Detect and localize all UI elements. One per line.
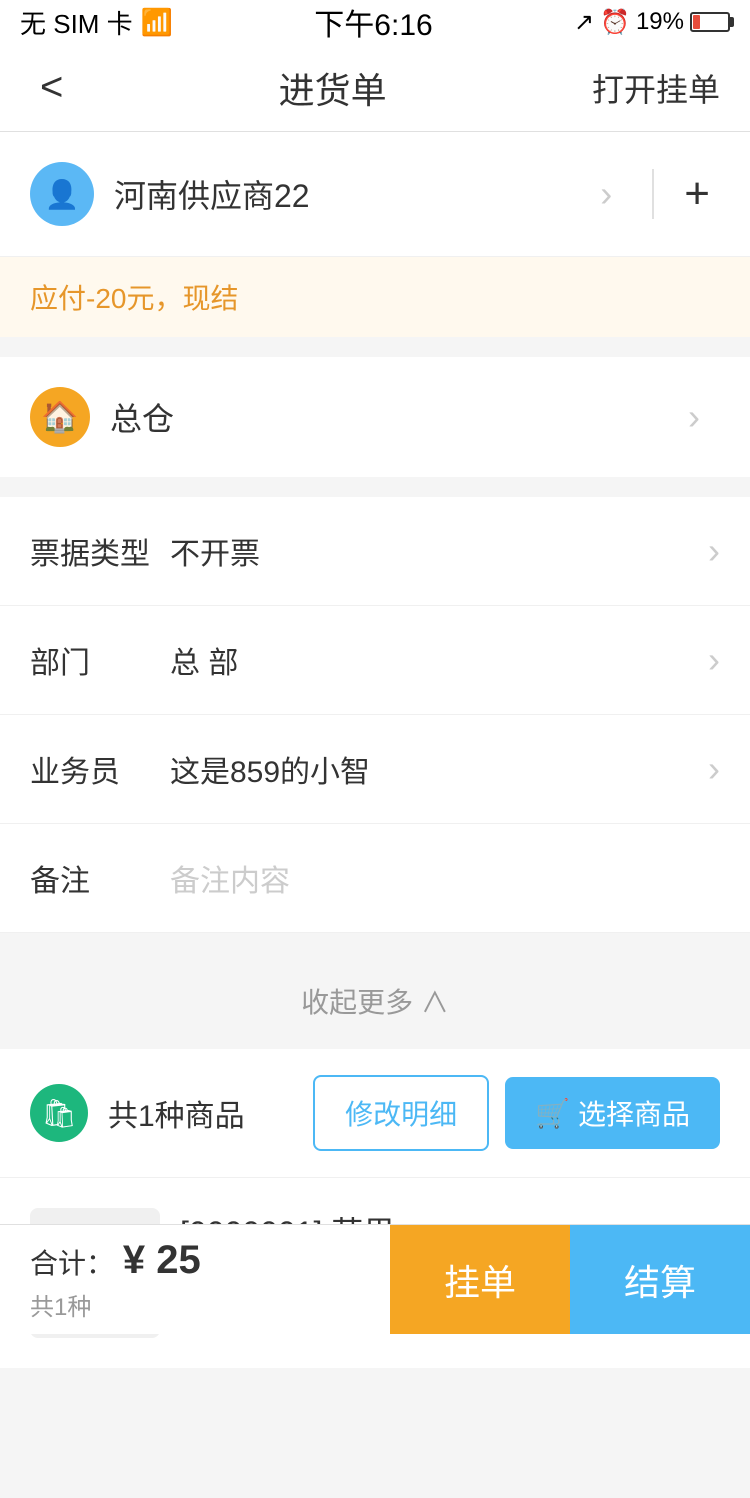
salesman-value: 这是859的小智 bbox=[170, 747, 708, 791]
warehouse-section[interactable]: 🏠 总仓 › bbox=[0, 357, 750, 477]
total-section: 合计： ¥ 25 共1种 bbox=[0, 1225, 390, 1334]
warehouse-name: 总仓 bbox=[110, 394, 688, 440]
total-count: 共1种 bbox=[30, 1287, 360, 1322]
nav-bar: < 进货单 打开挂单 bbox=[0, 44, 750, 132]
total-amount: ¥ 25 bbox=[123, 1238, 201, 1282]
suspend-button[interactable]: 挂单 bbox=[390, 1225, 570, 1334]
checkout-button[interactable]: 结算 bbox=[570, 1225, 750, 1334]
notice-banner: 应付-20元，现结 bbox=[0, 257, 750, 337]
form-section: 票据类型 不开票 › 部门 总 部 › 业务员 这是859的小智 › 备注 备注… bbox=[0, 497, 750, 933]
alarm-icon: ⏰ bbox=[600, 8, 630, 37]
supplier-avatar: 👤 bbox=[30, 162, 94, 226]
status-bar-time: 下午6:16 bbox=[314, 0, 432, 44]
wifi-icon: 📶 bbox=[141, 7, 173, 38]
back-button[interactable]: < bbox=[30, 55, 73, 120]
department-row[interactable]: 部门 总 部 › bbox=[0, 606, 750, 715]
warehouse-row[interactable]: 🏠 总仓 › bbox=[0, 357, 750, 477]
carrier-label: 无 SIM 卡 bbox=[20, 4, 133, 41]
select-product-button[interactable]: 🛒 选择商品 bbox=[505, 1077, 720, 1149]
product-header: 🛍 共1种商品 修改明细 🛒 选择商品 bbox=[0, 1049, 750, 1178]
invoice-type-chevron-icon: › bbox=[708, 530, 720, 572]
department-value: 总 部 bbox=[170, 638, 708, 682]
status-bar-left: 无 SIM 卡 📶 bbox=[20, 4, 173, 41]
select-product-label: 选择商品 bbox=[578, 1093, 690, 1133]
supplier-name: 河南供应商22 bbox=[114, 171, 600, 217]
location-icon: ↗ bbox=[574, 8, 594, 37]
supplier-row[interactable]: 👤 河南供应商22 › + bbox=[0, 132, 750, 257]
invoice-type-label: 票据类型 bbox=[30, 529, 170, 573]
status-bar-right: ↗ ⏰ 19% bbox=[574, 8, 730, 37]
avatar-icon: 👤 bbox=[45, 178, 80, 211]
product-section-icon: 🛍 bbox=[30, 1084, 88, 1142]
cart-icon: 🛒 bbox=[535, 1097, 570, 1130]
supplier-chevron-icon: › bbox=[600, 173, 612, 215]
total-row: 合计： ¥ 25 bbox=[30, 1238, 360, 1283]
vertical-divider bbox=[652, 169, 654, 219]
department-label: 部门 bbox=[30, 638, 170, 682]
remark-label: 备注 bbox=[30, 856, 170, 900]
warehouse-chevron-icon: › bbox=[688, 396, 700, 438]
edit-detail-button[interactable]: 修改明细 bbox=[313, 1075, 489, 1151]
remark-input[interactable]: 备注内容 bbox=[170, 856, 720, 900]
department-chevron-icon: › bbox=[708, 639, 720, 681]
invoice-type-row[interactable]: 票据类型 不开票 › bbox=[0, 497, 750, 606]
warehouse-icon: 🏠 bbox=[30, 387, 90, 447]
battery-icon bbox=[690, 12, 730, 32]
open-suspend-button[interactable]: 打开挂单 bbox=[592, 65, 720, 111]
add-button[interactable]: + bbox=[674, 169, 720, 219]
page-title: 进货单 bbox=[279, 62, 387, 114]
remark-row[interactable]: 备注 备注内容 bbox=[0, 824, 750, 933]
invoice-type-value: 不开票 bbox=[170, 529, 708, 573]
salesman-chevron-icon: › bbox=[708, 748, 720, 790]
supplier-section: 👤 河南供应商22 › + 应付-20元，现结 bbox=[0, 132, 750, 337]
battery-percent: 19% bbox=[636, 8, 684, 36]
bag-icon: 🛍 bbox=[41, 1097, 77, 1130]
salesman-label: 业务员 bbox=[30, 747, 170, 791]
product-count-label: 共1种商品 bbox=[108, 1091, 313, 1135]
total-label: 合计： bbox=[30, 1248, 114, 1279]
status-bar: 无 SIM 卡 📶 下午6:16 ↗ ⏰ 19% bbox=[0, 0, 750, 44]
bottom-bar: 合计： ¥ 25 共1种 挂单 结算 bbox=[0, 1224, 750, 1334]
salesman-row[interactable]: 业务员 这是859的小智 › bbox=[0, 715, 750, 824]
collapse-button[interactable]: 收起更多 ∧ bbox=[0, 953, 750, 1049]
